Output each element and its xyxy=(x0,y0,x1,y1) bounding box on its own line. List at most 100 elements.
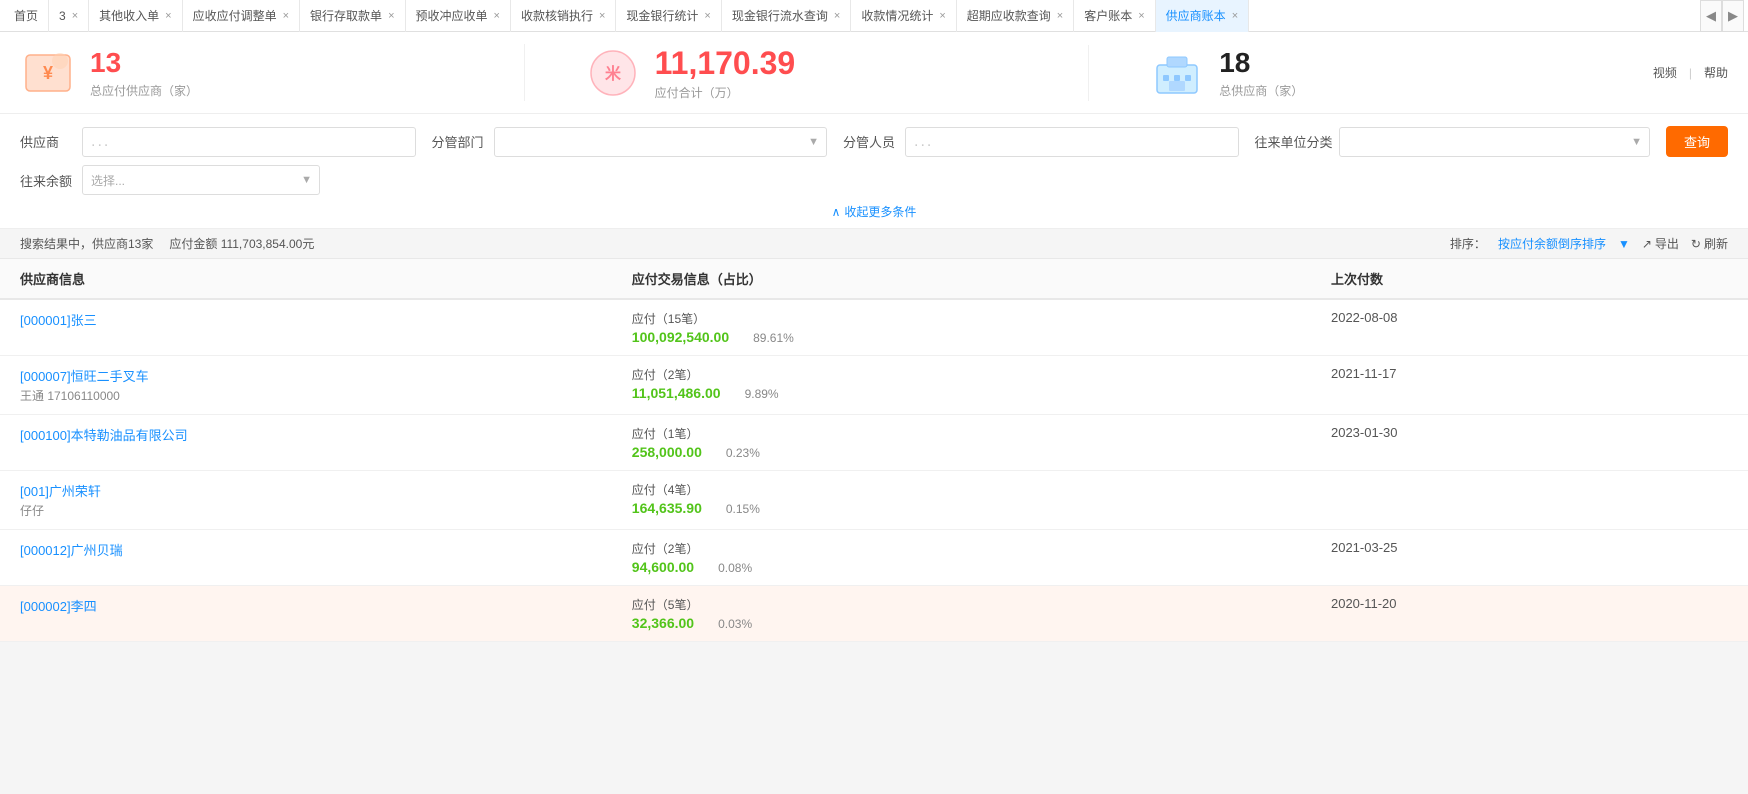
filter-balance: 往来余额 ▼ xyxy=(20,165,320,195)
summary-bar: ¥ 13 总应付供应商（家） 米 11,170.39 应付合计（万） xyxy=(0,32,1748,114)
filter-balance-input[interactable] xyxy=(82,165,320,195)
tab-verify-close[interactable]: × xyxy=(599,10,605,22)
tab-cash-flow[interactable]: 现金银行流水查询 × xyxy=(722,0,851,32)
export-icon: ↗ xyxy=(1642,237,1652,251)
tab-adjust[interactable]: 应收应付调整单 × xyxy=(183,0,300,32)
results-amount: 应付金额 111,703,854.00元 xyxy=(169,235,314,252)
tab-supplier-book[interactable]: 供应商账本 × xyxy=(1156,0,1249,32)
tab-other-income-label: 其他收入单 xyxy=(99,7,159,24)
supplier-cell: [000001]张三 xyxy=(0,299,612,356)
collapse-button[interactable]: ∧ 收起更多条件 xyxy=(832,203,917,220)
filter-supplier-input[interactable] xyxy=(82,127,416,157)
summary-payable-total-text: 11,170.39 应付合计（万） xyxy=(655,44,796,101)
table-row: [000012]广州贝瑞 应付（2笔）94,600.000.08%2021-03-… xyxy=(0,530,1748,586)
filter-dept-dropdown[interactable]: ▼ xyxy=(494,127,828,157)
nav-tabs: 首页 3 × 其他收入单 × 应收应付调整单 × 银行存取款单 × 预收冲应收单… xyxy=(0,0,1748,32)
payable-amount[interactable]: 258,000.00 xyxy=(632,444,702,460)
refresh-label: 刷新 xyxy=(1704,235,1728,252)
summary-payable-suppliers: ¥ 13 总应付供应商（家） xyxy=(20,45,524,101)
payable-amount[interactable]: 100,092,540.00 xyxy=(632,329,729,345)
tab-other-income-close[interactable]: × xyxy=(165,10,171,22)
summary-total-suppliers-text: 18 总供应商（家） xyxy=(1219,46,1303,99)
summary-payable-suppliers-text: 13 总应付供应商（家） xyxy=(90,46,198,99)
help-link[interactable]: 帮助 xyxy=(1704,64,1728,81)
filter-supplier-label: 供应商 xyxy=(20,132,76,151)
payable-count: 应付（2笔） xyxy=(632,366,1291,383)
tab-bank-label: 银行存取款单 xyxy=(310,7,382,24)
results-bar: 搜索结果中，供应商13家 应付金额 111,703,854.00元 排序： 按应… xyxy=(0,229,1748,259)
filter-category-dropdown[interactable]: ▼ xyxy=(1339,127,1650,157)
filter-person-input[interactable] xyxy=(905,127,1239,157)
payable-percentage: 0.23% xyxy=(726,446,760,460)
table-row: [000001]张三应付（15笔）100,092,540.0089.61%202… xyxy=(0,299,1748,356)
tab-overdue-close[interactable]: × xyxy=(1057,10,1063,22)
tab-recv-stat-close[interactable]: × xyxy=(939,10,945,22)
nav-next-button[interactable]: ▶ xyxy=(1722,0,1744,32)
payable-count: 应付（15笔） xyxy=(632,310,1291,327)
export-button[interactable]: ↗ 导出 xyxy=(1642,235,1679,252)
nav-arrow-group: ◀ ▶ xyxy=(1700,0,1744,32)
nav-prev-button[interactable]: ◀ xyxy=(1700,0,1722,32)
tab-cash-flow-close[interactable]: × xyxy=(834,10,840,22)
filter-supplier: 供应商 xyxy=(20,127,416,157)
tab-bank-close[interactable]: × xyxy=(388,10,394,22)
payable-amount[interactable]: 32,366.00 xyxy=(632,615,694,631)
tab-verify-label: 收款核销执行 xyxy=(521,7,593,24)
payable-percentage: 0.03% xyxy=(718,617,752,631)
tab-3[interactable]: 3 × xyxy=(49,0,89,32)
supplier-cell: [000007]恒旺二手叉车王通 17106110000 xyxy=(0,356,612,415)
supplier-link[interactable]: [000100]本特勒油品有限公司 xyxy=(20,428,188,443)
filter-dept-label: 分管部门 xyxy=(432,132,488,151)
supplier-link[interactable]: [001]广州荣轩 xyxy=(20,484,101,499)
supplier-link[interactable]: [000007]恒旺二手叉车 xyxy=(20,369,149,384)
payable-suppliers-label: 总应付供应商（家） xyxy=(90,82,198,99)
total-suppliers-icon xyxy=(1149,45,1205,101)
payable-amount[interactable]: 164,635.90 xyxy=(632,500,702,516)
tab-advance-recv[interactable]: 预收冲应收单 × xyxy=(406,0,511,32)
tab-verify[interactable]: 收款核销执行 × xyxy=(511,0,616,32)
payable-cell: 应付（4笔）164,635.900.15% xyxy=(612,471,1311,530)
filter-category-label: 往来单位分类 xyxy=(1255,132,1333,151)
col-header-payable: 应付交易信息（占比） xyxy=(612,259,1311,299)
tab-overdue[interactable]: 超期应收款查询 × xyxy=(957,0,1074,32)
payable-suppliers-num: 13 xyxy=(90,46,198,80)
video-link[interactable]: 视频 xyxy=(1653,64,1677,81)
table-row: [000007]恒旺二手叉车王通 17106110000 应付（2笔） 11,051… xyxy=(0,356,1748,415)
supplier-link[interactable]: [000012]广州贝瑞 xyxy=(20,543,123,558)
refresh-button[interactable]: ↻ 刷新 xyxy=(1691,235,1728,252)
query-button[interactable]: 查询 xyxy=(1666,126,1728,157)
payable-count: 应付（4笔） xyxy=(632,481,1291,498)
tab-home[interactable]: 首页 xyxy=(4,0,49,32)
payable-amount[interactable]: 94,600.00 xyxy=(632,559,694,575)
sort-value[interactable]: 按应付余额倒序排序 xyxy=(1498,235,1606,252)
tab-3-label: 3 xyxy=(59,9,66,23)
filter-person: 分管人员 xyxy=(843,127,1239,157)
tab-cash-stat[interactable]: 现金银行统计 × xyxy=(616,0,721,32)
tab-other-income[interactable]: 其他收入单 × xyxy=(89,0,182,32)
col-header-lastpay: 上次付数 xyxy=(1311,259,1748,299)
tab-3-close[interactable]: × xyxy=(72,10,78,22)
tab-supplier-book-close[interactable]: × xyxy=(1232,10,1238,22)
payable-amount[interactable]: 11,051,486.00 xyxy=(632,385,721,401)
table-row: [000002]李四应付（5笔）32,366.000.03%2020-11-20 xyxy=(0,586,1748,642)
tab-overdue-label: 超期应收款查询 xyxy=(967,7,1051,24)
filter-category-input[interactable] xyxy=(1339,127,1650,157)
filter-dept-input[interactable] xyxy=(494,127,828,157)
tab-cash-stat-close[interactable]: × xyxy=(704,10,710,22)
tab-adjust-close[interactable]: × xyxy=(283,10,289,22)
tab-recv-stat[interactable]: 收款情况统计 × xyxy=(851,0,956,32)
col-header-supplier: 供应商信息 xyxy=(0,259,612,299)
tab-customer-book-close[interactable]: × xyxy=(1138,10,1144,22)
payable-cell: 应付（2笔）94,600.000.08% xyxy=(612,530,1311,586)
tab-bank[interactable]: 银行存取款单 × xyxy=(300,0,405,32)
tab-customer-book[interactable]: 客户账本 × xyxy=(1074,0,1155,32)
results-supplier-count: 搜索结果中，供应商13家 xyxy=(20,235,153,252)
sort-arrow-icon: ▼ xyxy=(1618,237,1630,251)
last-pay-cell: 2021-03-25 xyxy=(1311,530,1748,586)
filter-balance-dropdown[interactable]: ▼ xyxy=(82,165,320,195)
collapse-icon: ∧ xyxy=(832,205,841,219)
supplier-link[interactable]: [000001]张三 xyxy=(20,313,97,328)
supplier-link[interactable]: [000002]李四 xyxy=(20,599,97,614)
results-info: 搜索结果中，供应商13家 应付金额 111,703,854.00元 xyxy=(20,235,314,252)
tab-advance-recv-close[interactable]: × xyxy=(494,10,500,22)
